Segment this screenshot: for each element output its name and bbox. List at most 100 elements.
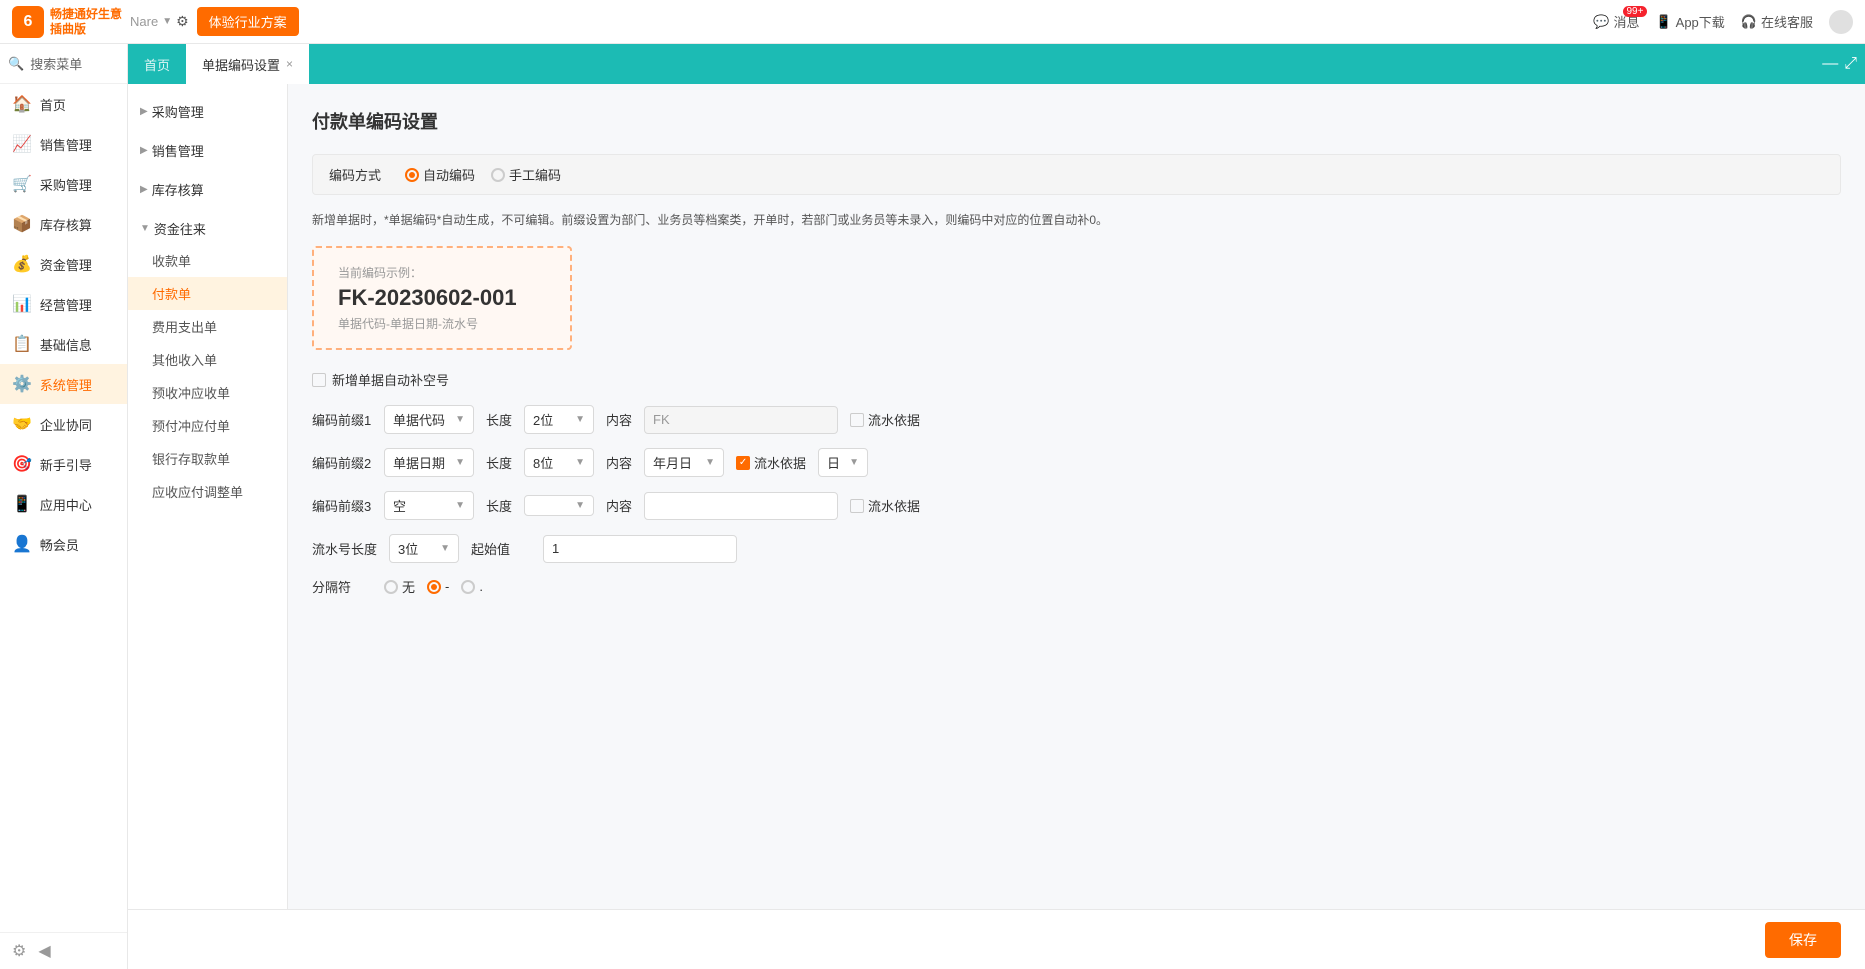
radio-manual-dot xyxy=(491,168,505,182)
prefix2-chevron-icon: ▼ xyxy=(455,457,465,468)
sub-leaf-payment[interactable]: 付款单 xyxy=(128,277,287,310)
prefix1-chevron-icon: ▼ xyxy=(455,414,465,425)
radio-manual[interactable]: 手工编码 xyxy=(491,165,561,184)
tab-minimize-icon[interactable]: — xyxy=(1822,55,1838,73)
sub-leaf-prepay-receivable[interactable]: 预收冲应收单 xyxy=(128,376,287,409)
sub-leaf-receipt[interactable]: 收款单 xyxy=(128,244,287,277)
topbar-left: 6 畅捷通好生意 插曲版 Nare ▼ ⚙ 体验行业方案 xyxy=(12,6,299,38)
auto-fill-checkbox[interactable] xyxy=(312,373,326,387)
right-panel: 首页 单据编码设置 × — ⤢ ▶ 采购管理 xyxy=(128,44,1865,969)
purchase-icon: 🛒 xyxy=(12,174,32,194)
sidebar-item-member[interactable]: 👤 畅会员 xyxy=(0,524,127,564)
tab-close-icon[interactable]: × xyxy=(286,57,293,71)
prefix1-length-chevron-icon: ▼ xyxy=(575,414,585,425)
preview-label: 当前编码示例： xyxy=(338,264,546,281)
sub-group-purchase-title[interactable]: ▶ 采购管理 xyxy=(128,96,287,127)
logo-text: 畅捷通好生意 插曲版 xyxy=(50,7,122,36)
page-title: 付款单编码设置 xyxy=(312,108,1841,134)
message-button[interactable]: 💬 消息 99+ xyxy=(1593,12,1639,31)
sidebar-item-base[interactable]: 📋 基础信息 xyxy=(0,324,127,364)
sidebar-item-guide[interactable]: 🎯 新手引导 xyxy=(0,444,127,484)
sidebar-item-enterprise[interactable]: 🤝 企业协同 xyxy=(0,404,127,444)
separator-none[interactable]: 无 xyxy=(384,577,415,596)
prefix2-label: 编码前缀2 xyxy=(312,453,372,472)
prefix2-select[interactable]: 单据日期 ▼ xyxy=(384,448,474,477)
prefix2-content-chevron-icon: ▼ xyxy=(705,457,715,468)
prefix3-waterfall-label: 流水依据 xyxy=(868,496,920,515)
prefix1-waterfall-checkbox[interactable] xyxy=(850,413,864,427)
prefix3-content-label: 内容 xyxy=(606,496,632,515)
separator-dash[interactable]: - xyxy=(427,579,449,594)
prefix3-row: 编码前缀3 空 ▼ 长度 ▼ 内容 流水依据 xyxy=(312,491,1841,520)
sub-group-sales: ▶ 销售管理 xyxy=(128,131,287,170)
sidebar-item-purchase[interactable]: 🛒 采购管理 xyxy=(0,164,127,204)
prefix1-row: 编码前缀1 单据代码 ▼ 长度 2位 ▼ 内容 流水依据 xyxy=(312,405,1841,434)
sub-leaf-other-income[interactable]: 其他收入单 xyxy=(128,343,287,376)
sub-group-inventory-title[interactable]: ▶ 库存核算 xyxy=(128,174,287,205)
serial-length-chevron-icon: ▼ xyxy=(440,543,450,554)
sub-leaf-expense[interactable]: 费用支出单 xyxy=(128,310,287,343)
headset-icon: 🎧 xyxy=(1741,14,1757,30)
serial-length-select[interactable]: 3位 ▼ xyxy=(389,534,459,563)
prefix1-label: 编码前缀1 xyxy=(312,410,372,429)
service-button[interactable]: 🎧 在线客服 xyxy=(1741,12,1813,31)
sub-group-sales-title[interactable]: ▶ 销售管理 xyxy=(128,135,287,166)
auto-fill-row: 新增单据自动补空号 xyxy=(312,370,1841,389)
gear-icon[interactable]: ⚙ xyxy=(176,13,189,30)
sub-leaf-bank[interactable]: 银行存取款单 xyxy=(128,442,287,475)
prefix2-length-select[interactable]: 8位 ▼ xyxy=(524,448,594,477)
prefix3-length-select[interactable]: ▼ xyxy=(524,495,594,516)
enterprise-icon: 🤝 xyxy=(12,414,32,434)
prefix2-waterfall-label: 流水依据 xyxy=(754,453,806,472)
sidebar-item-home[interactable]: 🏠 首页 xyxy=(0,84,127,124)
message-badge: 99+ xyxy=(1623,6,1648,17)
serial-start-input[interactable] xyxy=(543,535,737,563)
prefix1-content-input[interactable] xyxy=(644,406,838,434)
sub-leaf-prepay-payable[interactable]: 预付冲应付单 xyxy=(128,409,287,442)
prefix2-content-select[interactable]: 年月日 ▼ xyxy=(644,448,724,477)
app-center-icon: 📱 xyxy=(12,494,32,514)
sidebar-collapse-icon[interactable]: ◀ xyxy=(38,941,50,961)
sidebar-item-inventory[interactable]: 📦 库存核算 xyxy=(0,204,127,244)
radio-auto[interactable]: 自动编码 xyxy=(405,165,475,184)
prefix3-select[interactable]: 空 ▼ xyxy=(384,491,474,520)
sub-group-capital-title[interactable]: ▼ 资金往来 xyxy=(128,213,287,244)
sidebar-item-operations[interactable]: 📊 经营管理 xyxy=(0,284,127,324)
topbar-right: 💬 消息 99+ 📱 App下载 🎧 在线客服 xyxy=(1593,10,1853,34)
prefix2-waterfall-checkbox[interactable]: ✓ xyxy=(736,456,750,470)
sidebar-search[interactable]: 🔍 搜索菜单 xyxy=(0,44,127,84)
tab-settings[interactable]: 单据编码设置 × xyxy=(186,44,309,84)
user-avatar[interactable] xyxy=(1829,10,1853,34)
separator-dash-dot xyxy=(427,580,441,594)
prefix2-waterfall-checkbox-row: ✓ 流水依据 xyxy=(736,453,806,472)
prefix2-row: 编码前缀2 单据日期 ▼ 长度 8位 ▼ 内容 年月日 ▼ xyxy=(312,448,1841,477)
prefix3-waterfall-checkbox[interactable] xyxy=(850,499,864,513)
sidebar-item-system[interactable]: ⚙️ 系统管理 xyxy=(0,364,127,404)
separator-label: 分隔符 xyxy=(312,577,372,596)
sidebar-settings-icon[interactable]: ⚙ xyxy=(12,941,26,961)
prefix3-content-input[interactable] xyxy=(644,492,838,520)
prefix1-waterfall-checkbox-row: 流水依据 xyxy=(850,410,920,429)
serial-start-label: 起始值 xyxy=(471,539,531,558)
sidebar-item-sales[interactable]: 📈 销售管理 xyxy=(0,124,127,164)
chevron-down-icon[interactable]: ▼ xyxy=(162,16,172,27)
prefix2-day-select[interactable]: 日 ▼ xyxy=(818,448,868,477)
bottom-bar: 保存 xyxy=(128,909,1865,969)
download-button[interactable]: 📱 App下载 xyxy=(1655,12,1724,31)
separator-dot[interactable]: . xyxy=(461,579,483,594)
prefix3-waterfall-checkbox-row: 流水依据 xyxy=(850,496,920,515)
sidebar-item-app-center[interactable]: 📱 应用中心 xyxy=(0,484,127,524)
expand-icon: ▼ xyxy=(140,223,150,234)
trial-button[interactable]: 体验行业方案 xyxy=(197,7,299,36)
guide-icon: 🎯 xyxy=(12,454,32,474)
tab-home[interactable]: 首页 xyxy=(128,44,186,84)
serial-length-label: 流水号长度 xyxy=(312,539,377,558)
save-button[interactable]: 保存 xyxy=(1765,922,1841,958)
search-icon: 🔍 xyxy=(8,56,24,72)
sub-leaf-adjust[interactable]: 应收应付调整单 xyxy=(128,475,287,508)
prefix1-select[interactable]: 单据代码 ▼ xyxy=(384,405,474,434)
sub-group-capital: ▼ 资金往来 收款单 付款单 费用支出单 其他收入单 预收冲应收单 预付冲应付单… xyxy=(128,209,287,512)
prefix1-length-select[interactable]: 2位 ▼ xyxy=(524,405,594,434)
sidebar-item-finance[interactable]: 💰 资金管理 xyxy=(0,244,127,284)
tab-maximize-icon[interactable]: ⤢ xyxy=(1844,55,1857,73)
